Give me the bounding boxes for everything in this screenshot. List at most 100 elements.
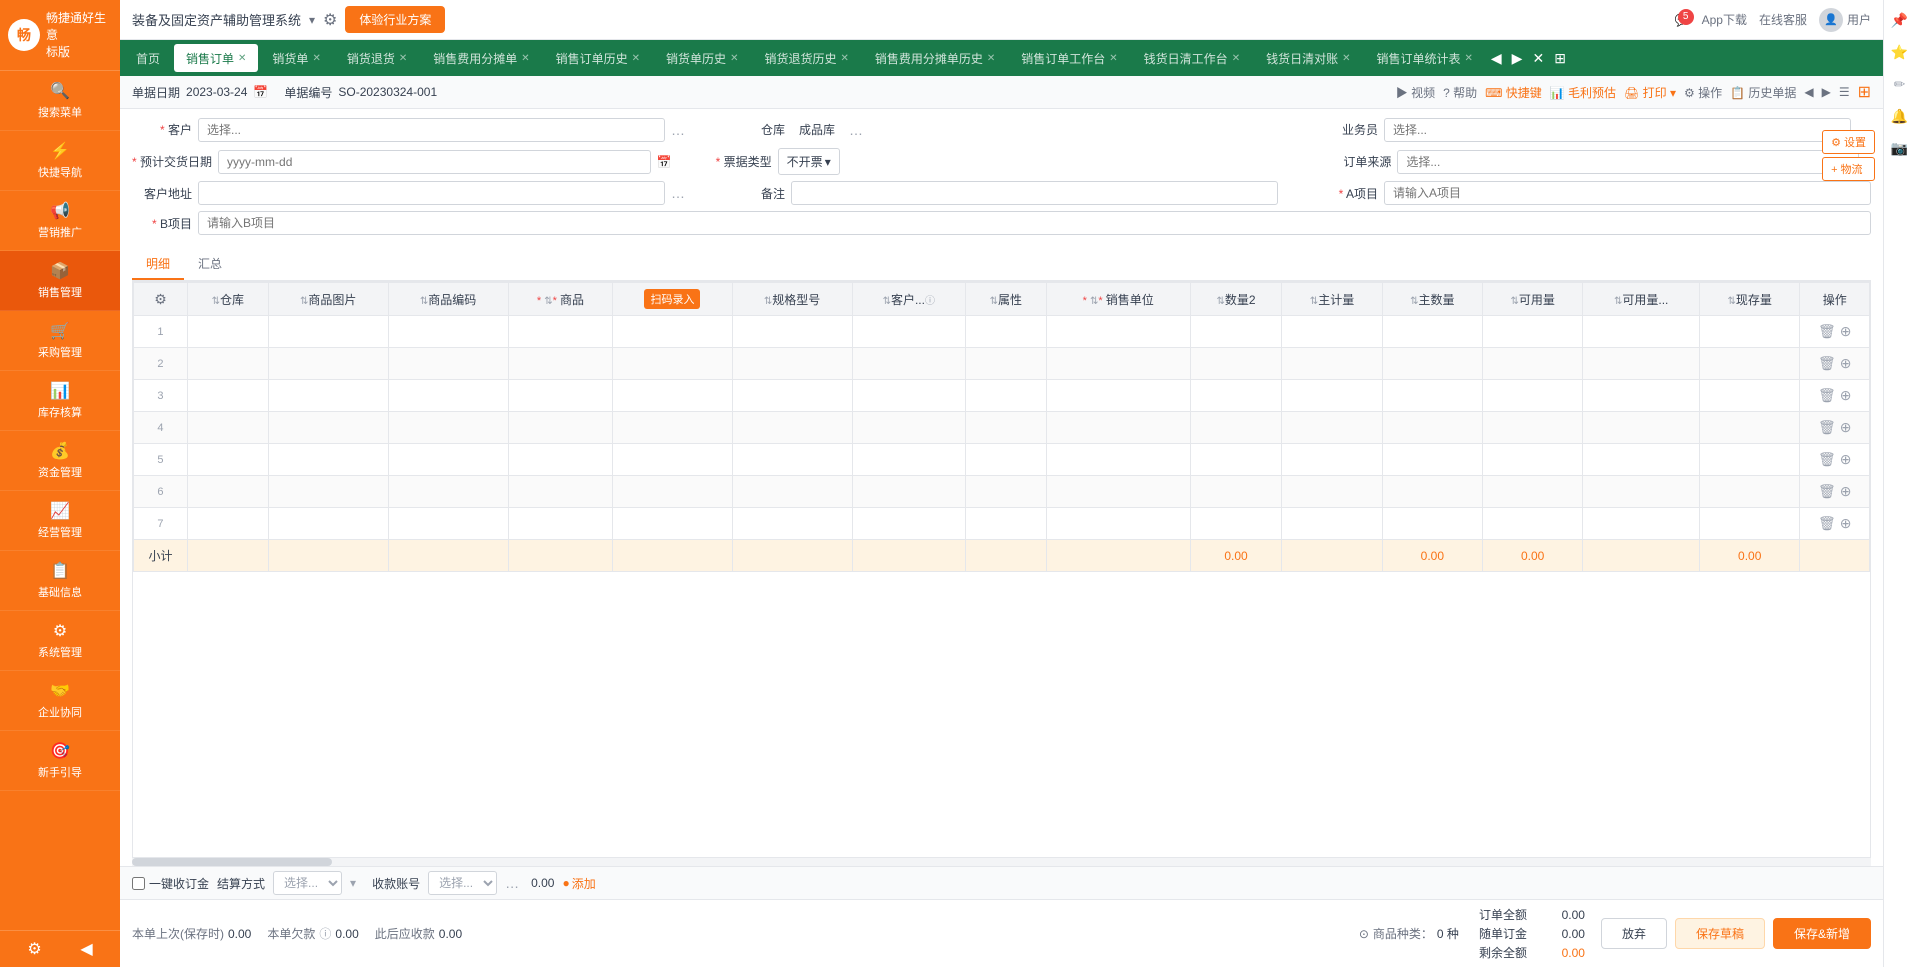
history-action[interactable]: 📋 历史单据 bbox=[1730, 84, 1796, 101]
tab-销售订单历史[interactable]: 销售订单历史✕ bbox=[544, 44, 652, 72]
tab-grid-icon[interactable]: ⊞ bbox=[1550, 50, 1570, 67]
save-new-button[interactable]: 保存&新增 bbox=[1773, 918, 1871, 949]
payment-method-select[interactable]: 选择... bbox=[273, 871, 342, 895]
panel-bell-icon[interactable]: 🔔 bbox=[1888, 104, 1912, 128]
sidebar-collapse-icon[interactable]: ◀ bbox=[80, 939, 92, 959]
sidebar-item-资金管理[interactable]: 💰资金管理 bbox=[0, 431, 120, 491]
tab-首页[interactable]: 首页 bbox=[124, 44, 172, 72]
top-gear-icon[interactable]: ⚙ bbox=[323, 10, 337, 30]
tab-销售订单[interactable]: 销售订单✕ bbox=[174, 44, 258, 72]
one-click-checkbox[interactable]: 一键收订金 bbox=[132, 875, 209, 892]
remark-input[interactable] bbox=[791, 181, 1278, 205]
account-more-icon[interactable]: … bbox=[505, 875, 519, 891]
tab-销货退货历史[interactable]: 销货退货历史✕ bbox=[752, 44, 860, 72]
tab-close-5[interactable]: ✕ bbox=[632, 53, 640, 64]
address-more-icon[interactable]: … bbox=[671, 185, 685, 201]
help-action[interactable]: ? 帮助 bbox=[1443, 84, 1477, 101]
account-select[interactable]: 选择... bbox=[428, 871, 497, 895]
user-area[interactable]: 👤 用户 bbox=[1819, 8, 1871, 32]
copy-icon-7[interactable]: ⊕ bbox=[1840, 515, 1852, 532]
tab-销售订单工作台[interactable]: 销售订单工作台✕ bbox=[1009, 44, 1129, 72]
tab-next-icon[interactable]: ▶ bbox=[1508, 50, 1527, 67]
warehouse-more-icon[interactable]: … bbox=[849, 122, 863, 138]
th-scan[interactable]: 扫码录入 bbox=[613, 283, 732, 316]
delete-icon-3[interactable]: 🗑 bbox=[1818, 387, 1836, 404]
th-gear[interactable]: ⚙ bbox=[134, 283, 188, 316]
sort-icon-warehouse[interactable]: ⇅ bbox=[212, 296, 220, 307]
copy-icon-1[interactable]: ⊕ bbox=[1840, 323, 1852, 340]
tab-销售费用分摊单历史[interactable]: 销售费用分摊单历史✕ bbox=[863, 44, 1007, 72]
copy-icon-5[interactable]: ⊕ bbox=[1840, 451, 1852, 468]
tab-close-11[interactable]: ✕ bbox=[1342, 53, 1350, 64]
table-container[interactable]: ⚙⇅仓库⇅商品图片⇅商品编码⇅* 商品扫码录入⇅规格型号⇅客户...ⓘ⇅属性⇅*… bbox=[132, 281, 1871, 858]
sort-icon-product[interactable]: ⇅ bbox=[544, 296, 552, 307]
gear-icon[interactable]: ⚙ bbox=[154, 291, 167, 307]
discard-button[interactable]: 放弃 bbox=[1601, 918, 1667, 949]
delete-icon-1[interactable]: 🗑 bbox=[1818, 323, 1836, 340]
a-project-input[interactable] bbox=[1384, 181, 1871, 205]
sidebar-item-采购管理[interactable]: 🛒采购管理 bbox=[0, 311, 120, 371]
video-action[interactable]: ▶ 视频 bbox=[1396, 84, 1435, 101]
profit-action[interactable]: 📊 毛利预估 bbox=[1550, 84, 1616, 101]
print-action[interactable]: 🖨 打印 ▾ bbox=[1624, 84, 1676, 101]
delete-icon-7[interactable]: 🗑 bbox=[1818, 515, 1836, 532]
settings-btn[interactable]: ⚙ 设置 bbox=[1822, 130, 1875, 154]
one-click-checkbox-input[interactable] bbox=[132, 877, 145, 890]
tab-销货单[interactable]: 销货单✕ bbox=[260, 44, 332, 72]
order-source-input[interactable] bbox=[1397, 150, 1859, 174]
panel-star-icon[interactable]: ⭐ bbox=[1888, 40, 1912, 64]
sort-icon-main_qty[interactable]: ⇅ bbox=[1410, 296, 1418, 307]
sidebar-item-搜索菜单[interactable]: 🔍搜索菜单 bbox=[0, 71, 120, 131]
shortcut-action[interactable]: ⌨ 快捷键 bbox=[1485, 84, 1542, 101]
sidebar-item-库存核算[interactable]: 📊库存核算 bbox=[0, 371, 120, 431]
sidebar-item-经营管理[interactable]: 📈经营管理 bbox=[0, 491, 120, 551]
delivery-input[interactable] bbox=[218, 150, 651, 174]
tab-close-2[interactable]: ✕ bbox=[312, 53, 320, 64]
customer-input[interactable] bbox=[198, 118, 665, 142]
tab-钱货日清对账[interactable]: 钱货日清对账✕ bbox=[1254, 44, 1362, 72]
customer-more-icon[interactable]: … bbox=[671, 122, 685, 138]
sidebar-item-销售管理[interactable]: 📦销售管理 bbox=[0, 251, 120, 311]
sidebar-item-新手引导[interactable]: 🎯新手引导 bbox=[0, 731, 120, 791]
view-grid-icon[interactable]: ⊞ bbox=[1858, 82, 1871, 102]
sort-icon-attr[interactable]: ⇅ bbox=[990, 296, 998, 307]
app-download-link[interactable]: App下载 bbox=[1702, 11, 1747, 28]
tab-销货单历史[interactable]: 销货单历史✕ bbox=[654, 44, 750, 72]
tab-钱货日清工作台[interactable]: 钱货日清工作台✕ bbox=[1132, 44, 1252, 72]
info-icon-customer_code[interactable]: ⓘ bbox=[925, 296, 935, 307]
b-project-input[interactable] bbox=[198, 211, 1871, 235]
tab-close-12[interactable]: ✕ bbox=[1465, 53, 1473, 64]
tab-close-all-icon[interactable]: ✕ bbox=[1528, 50, 1548, 67]
sort-icon-customer_code[interactable]: ⇅ bbox=[883, 296, 891, 307]
delivery-date-icon[interactable]: 📅 bbox=[657, 155, 672, 169]
detail-tab-明细[interactable]: 明细 bbox=[132, 249, 184, 280]
sort-icon-available[interactable]: ⇅ bbox=[1510, 296, 1518, 307]
delete-icon-4[interactable]: 🗑 bbox=[1818, 419, 1836, 436]
tab-销售订单统计表[interactable]: 销售订单统计表✕ bbox=[1364, 44, 1484, 72]
date-picker-icon[interactable]: 📅 bbox=[253, 85, 268, 99]
sidebar-item-快捷导航[interactable]: ⚡快捷导航 bbox=[0, 131, 120, 191]
operation-action[interactable]: ⚙ 操作 bbox=[1684, 84, 1722, 101]
tab-close-6[interactable]: ✕ bbox=[730, 53, 738, 64]
tab-close-7[interactable]: ✕ bbox=[840, 53, 848, 64]
delete-icon-5[interactable]: 🗑 bbox=[1818, 451, 1836, 468]
copy-icon-2[interactable]: ⊕ bbox=[1840, 355, 1852, 372]
sidebar-item-营销推广[interactable]: 📢营销推广 bbox=[0, 191, 120, 251]
invoice-select[interactable]: 不开票 ▾ bbox=[778, 148, 840, 175]
nav-next-icon[interactable]: ▶ bbox=[1822, 85, 1831, 99]
sidebar-item-企业协同[interactable]: 🤝企业协同 bbox=[0, 671, 120, 731]
delete-icon-2[interactable]: 🗑 bbox=[1818, 355, 1836, 372]
sidebar-settings-icon[interactable]: ⚙ bbox=[27, 939, 41, 959]
tab-close-4[interactable]: ✕ bbox=[521, 53, 529, 64]
online-service-link[interactable]: 在线客服 bbox=[1759, 11, 1807, 28]
logistics-btn[interactable]: + 物流 bbox=[1822, 157, 1875, 181]
sort-icon-main_unit[interactable]: ⇅ bbox=[1310, 296, 1318, 307]
message-icon-wrapper[interactable]: 💬 5 bbox=[1675, 13, 1690, 27]
add-btn[interactable]: ● 添加 bbox=[562, 875, 595, 892]
tab-close-9[interactable]: ✕ bbox=[1109, 53, 1117, 64]
sidebar-item-基础信息[interactable]: 📋基础信息 bbox=[0, 551, 120, 611]
scrollbar-area[interactable] bbox=[132, 858, 1871, 866]
copy-icon-4[interactable]: ⊕ bbox=[1840, 419, 1852, 436]
tab-销货退货[interactable]: 销货退货✕ bbox=[335, 44, 419, 72]
tab-close-8[interactable]: ✕ bbox=[987, 53, 995, 64]
